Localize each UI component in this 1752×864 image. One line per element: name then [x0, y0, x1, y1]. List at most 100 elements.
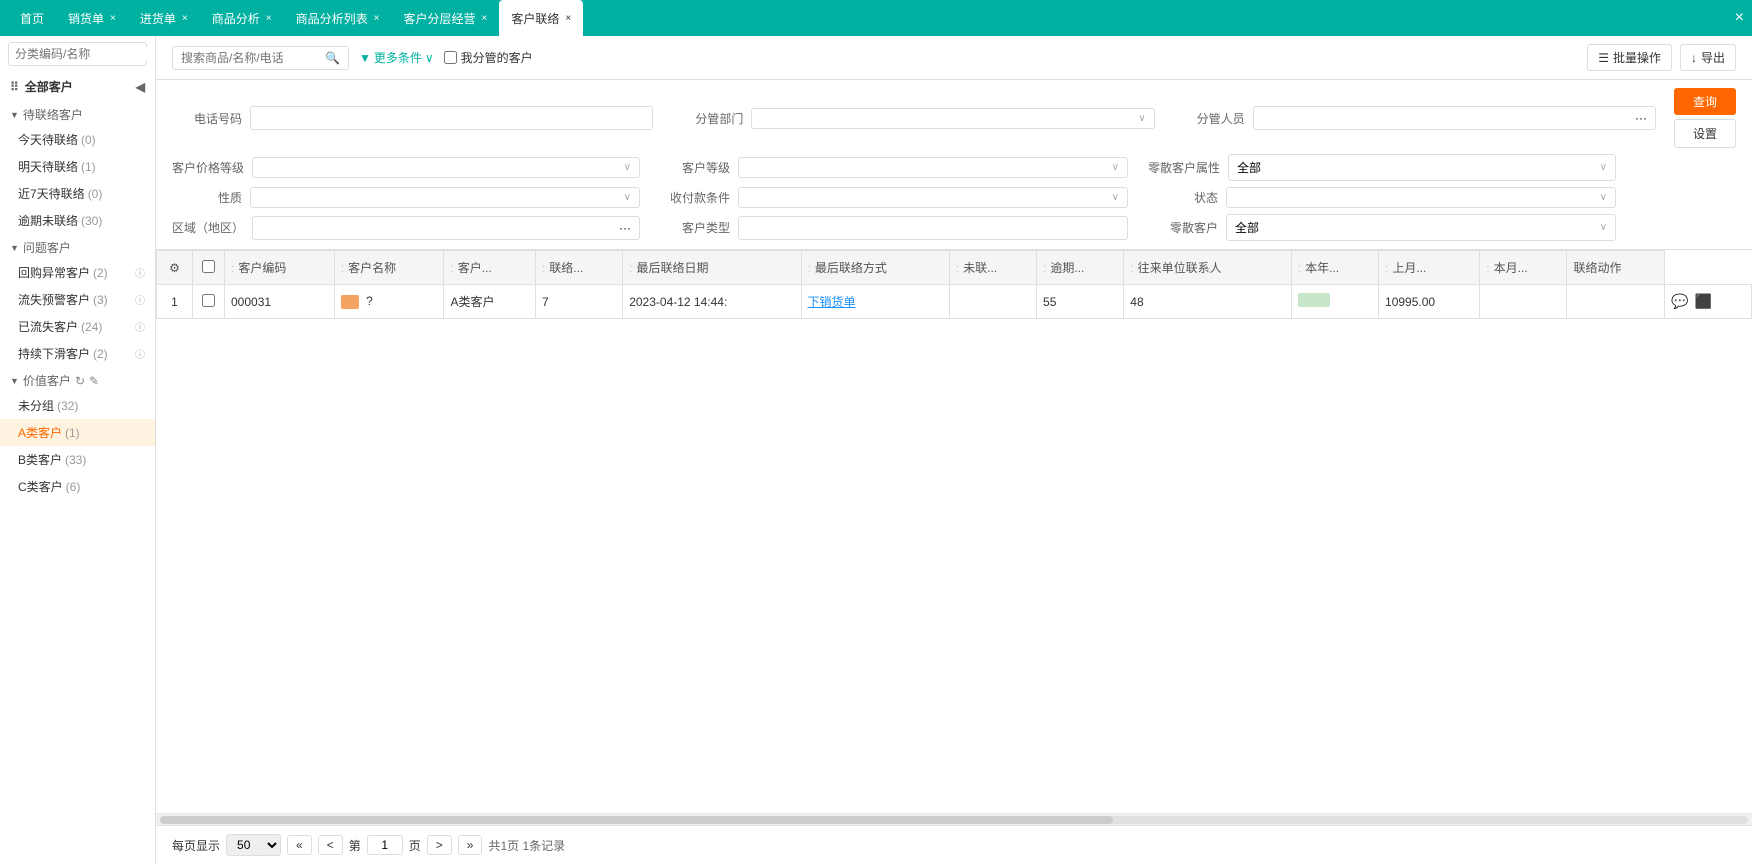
close-customer-contact-icon[interactable]: ×	[565, 13, 571, 24]
my-customers-checkbox[interactable]: 我分管的客户	[444, 49, 533, 66]
col-gear[interactable]: ⚙	[157, 251, 193, 285]
filter-search-box[interactable]: 🔍	[172, 46, 349, 70]
col-last-method[interactable]: :最后联络方式	[801, 251, 949, 285]
nav-tab-customer-contact-label: 客户联络	[511, 10, 559, 27]
sidebar-item-unclassified[interactable]: 未分组 (32)	[0, 392, 155, 419]
customer-name-text: ?	[366, 294, 373, 308]
chat-icon[interactable]: 💬	[1671, 293, 1688, 310]
sidebar-group-problem[interactable]: ▼ 问题客户	[0, 234, 155, 259]
sidebar-item-warning-info[interactable]: ⓘ	[135, 292, 145, 307]
sidebar-item-declining[interactable]: 持续下滑客户 (2) ⓘ	[0, 340, 155, 367]
filter-input-phone[interactable]	[250, 106, 653, 130]
col-type[interactable]: :客户...	[444, 251, 536, 285]
filter-input-payment[interactable]: ∨	[738, 187, 1128, 208]
sidebar-group-value-edit[interactable]: ✎	[89, 374, 99, 388]
sidebar-item-tomorrow[interactable]: 明天待联络 (1)	[0, 153, 155, 180]
last-page-button[interactable]: »	[458, 835, 483, 855]
nav-tab-analysis-list[interactable]: 商品分析列表 ×	[284, 0, 392, 36]
filter-input-dept[interactable]: ∨	[751, 108, 1154, 129]
filter-input-retail[interactable]: 全部 ∨	[1226, 214, 1616, 241]
page-number-input[interactable]	[367, 835, 403, 855]
close-customer-mgmt-icon[interactable]: ×	[481, 13, 487, 24]
settings-button[interactable]: 设置	[1674, 119, 1736, 148]
sidebar-item-type-a[interactable]: A类客户 (1)	[0, 419, 155, 446]
col-overdue[interactable]: :逾期...	[1037, 251, 1124, 285]
filter-more-conditions[interactable]: ▼ 更多条件 ∨	[359, 49, 434, 66]
cell-last-method[interactable]: 下销货单	[801, 285, 949, 319]
sidebar-item-type-b[interactable]: B类客户 (33)	[0, 446, 155, 473]
nav-tab-analysis[interactable]: 商品分析 ×	[200, 0, 284, 36]
col-name[interactable]: :客户名称	[334, 251, 444, 285]
sidebar-item-warning[interactable]: 流失预警客户 (3) ⓘ	[0, 286, 155, 313]
window-close-icon[interactable]: ×	[1735, 9, 1744, 27]
nav-tab-customer-contact[interactable]: 客户联络 ×	[499, 0, 583, 36]
col-action[interactable]: 联络动作	[1567, 251, 1665, 285]
filter-input-customer-grade[interactable]: ∨	[738, 157, 1128, 178]
sidebar-item-lost[interactable]: 已流失客户 (24) ⓘ	[0, 313, 155, 340]
batch-operation-button[interactable]: ☰ 批量操作	[1587, 44, 1672, 71]
nav-tab-home[interactable]: 首页	[8, 0, 56, 36]
col-this-year[interactable]: :本年...	[1291, 251, 1378, 285]
col-last-date[interactable]: :最后联络日期	[623, 251, 801, 285]
filter-search-input[interactable]	[181, 51, 321, 65]
sidebar-item-type-c[interactable]: C类客户 (6)	[0, 473, 155, 500]
cell-check[interactable]	[193, 285, 225, 319]
prev-page-button[interactable]: <	[318, 835, 343, 855]
horizontal-scrollbar[interactable]	[156, 813, 1752, 825]
row-checkbox[interactable]	[202, 294, 215, 307]
next-page-button[interactable]: >	[427, 835, 452, 855]
filter-field-customer-type: 客户类型	[660, 216, 1128, 240]
col-code[interactable]: :客户编码	[225, 251, 335, 285]
col-check[interactable]	[193, 251, 225, 285]
sidebar-search-box[interactable]: 🔍	[8, 42, 147, 66]
scrollbar-track[interactable]	[160, 816, 1748, 824]
col-this-month[interactable]: :本月...	[1480, 251, 1567, 285]
contacts-color-bar	[1298, 293, 1330, 307]
close-sales-icon[interactable]: ×	[110, 13, 116, 24]
sidebar-group-value[interactable]: ▼ 价值客户 ↻ ✎	[0, 367, 155, 392]
filter-label-status: 状态	[1148, 189, 1218, 206]
sidebar-item-overdue-count: (30)	[81, 214, 102, 228]
sidebar-item-declining-info[interactable]: ⓘ	[135, 346, 145, 361]
sidebar-item-abnormal-info[interactable]: ⓘ	[135, 265, 145, 280]
filter-field-retail-attr: 零散客户属性 全部 ∨	[1148, 154, 1616, 181]
filter-input-status[interactable]: ∨	[1226, 187, 1616, 208]
filter-input-region[interactable]: ···	[252, 216, 640, 240]
sidebar-search-input[interactable]	[15, 47, 156, 61]
col-last-month[interactable]: :上月...	[1379, 251, 1480, 285]
nav-tab-customer-mgmt[interactable]: 客户分层经营 ×	[391, 0, 499, 36]
col-contacts[interactable]: :往来单位联系人	[1124, 251, 1292, 285]
my-customers-check[interactable]	[444, 51, 457, 64]
last-method-link[interactable]: 下销货单	[808, 295, 856, 309]
col-not-contacted[interactable]: :未联...	[949, 251, 1036, 285]
sidebar-item-lost-info[interactable]: ⓘ	[135, 319, 145, 334]
qr-icon[interactable]: ⬛	[1695, 293, 1712, 310]
nav-tab-purchase[interactable]: 进货单 ×	[128, 0, 200, 36]
close-analysis-icon[interactable]: ×	[266, 13, 272, 24]
filter-label-dept: 分管部门	[673, 110, 743, 127]
sidebar-group-value-refresh[interactable]: ↻	[75, 374, 85, 388]
filter-input-retail-attr[interactable]: 全部 ∨	[1228, 154, 1616, 181]
filter-input-nature[interactable]: ∨	[250, 187, 640, 208]
first-page-button[interactable]: «	[287, 835, 312, 855]
page-size-select[interactable]: 50 100 200	[226, 834, 281, 856]
sidebar-group-pending[interactable]: ▼ 待联络客户	[0, 101, 155, 126]
filter-input-customer-type[interactable]	[738, 216, 1128, 240]
query-button[interactable]: 查询	[1674, 88, 1736, 115]
sidebar-item-abnormal[interactable]: 回购异常客户 (2) ⓘ	[0, 259, 155, 286]
nav-tab-sales[interactable]: 销货单 ×	[56, 0, 128, 36]
sidebar-item-7days[interactable]: 近7天待联络 (0)	[0, 180, 155, 207]
filter-input-price-grade[interactable]: ∨	[252, 157, 640, 178]
sidebar-item-today[interactable]: 今天待联络 (0)	[0, 126, 155, 153]
cell-action[interactable]: 💬 ⬛	[1665, 285, 1752, 319]
select-all-checkbox[interactable]	[202, 260, 215, 273]
sidebar-item-overdue[interactable]: 逾期未联络 (30)	[0, 207, 155, 234]
sidebar-collapse-icon[interactable]: ◀	[136, 80, 145, 94]
sidebar-all-customers[interactable]: ⠿ 全部客户 ◀	[0, 72, 155, 101]
filter-input-person[interactable]: ···	[1253, 106, 1656, 130]
col-contact[interactable]: :联络...	[535, 251, 622, 285]
close-purchase-icon[interactable]: ×	[182, 13, 188, 24]
close-analysis-list-icon[interactable]: ×	[374, 13, 380, 24]
scrollbar-thumb[interactable]	[160, 816, 1113, 824]
export-button[interactable]: ↓ 导出	[1680, 44, 1736, 71]
